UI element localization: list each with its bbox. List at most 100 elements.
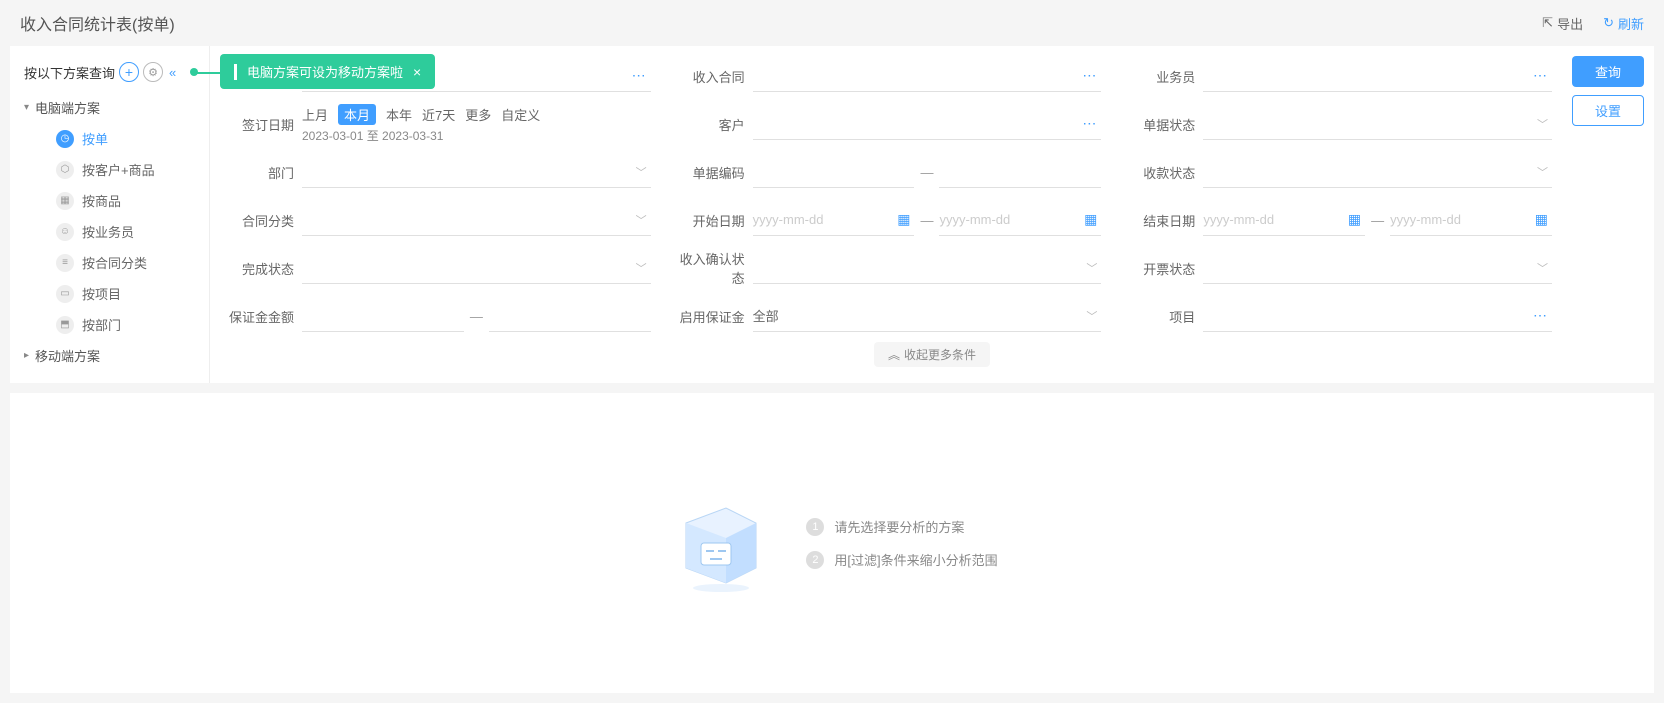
bill-no-from[interactable]: [753, 156, 915, 188]
chevron-down-icon: ﹀: [1086, 260, 1097, 276]
more-icon: ⋯: [632, 67, 647, 84]
user-icon: ☺: [56, 223, 74, 241]
query-button[interactable]: 查询: [1572, 56, 1644, 87]
bill-no-to[interactable]: [939, 156, 1101, 188]
settings-button[interactable]: 设置: [1572, 95, 1644, 126]
chevron-down-icon: ﹀: [1537, 260, 1548, 276]
sidebar: 按以下方案查询 + ⚙ « 电脑方案可设为移动方案啦 × ▾ 电脑端方案 ◷ 按…: [10, 46, 210, 383]
dash-icon: —: [1371, 213, 1384, 228]
deposit-to[interactable]: [489, 300, 651, 332]
more-icon: ⋯: [1533, 67, 1548, 84]
calendar-icon: ▦: [897, 211, 910, 228]
folder-icon: ▭: [56, 285, 74, 303]
label-end-date: 结束日期: [1121, 211, 1203, 230]
filter-department[interactable]: ﹀: [302, 156, 651, 188]
scheme-settings-button[interactable]: ⚙: [143, 62, 163, 82]
enable-deposit-value: 全部: [753, 306, 779, 325]
filter-enable-deposit[interactable]: 全部 ﹀: [753, 300, 1102, 332]
chevron-down-icon: ﹀: [1086, 308, 1097, 324]
filter-project[interactable]: ⋯: [1203, 300, 1552, 332]
tree-item-label: 按客户+商品: [82, 160, 155, 179]
chevron-down-icon: ﹀: [636, 212, 647, 228]
chart-icon: ⬡: [56, 161, 74, 179]
label-sign-date: 签订日期: [220, 115, 302, 134]
empty-illustration: [666, 493, 776, 593]
filter-bill-status[interactable]: ﹀: [1203, 108, 1552, 140]
more-icon: ⋯: [1082, 67, 1097, 84]
chevron-down-icon: ﹀: [636, 164, 647, 180]
double-chevron-up-icon: ︽: [888, 346, 900, 363]
filter-income-contract[interactable]: ⋯: [753, 60, 1102, 92]
filter-collect-status[interactable]: ﹀: [1203, 156, 1552, 188]
dash-icon: —: [920, 213, 933, 228]
filter-customer[interactable]: ⋯: [753, 108, 1102, 140]
quick-this-year[interactable]: 本年: [386, 105, 412, 124]
tree-item-department[interactable]: ⬒ 按部门: [10, 309, 209, 340]
tree-item-by-order[interactable]: ◷ 按单: [10, 123, 209, 154]
label-start-date: 开始日期: [671, 211, 753, 230]
bars-icon: ≡: [56, 254, 74, 272]
end-date-from[interactable]: yyyy-mm-dd▦: [1203, 204, 1365, 236]
deposit-from[interactable]: [302, 300, 464, 332]
hint-dot-icon: [190, 68, 198, 76]
filter-salesman[interactable]: ⋯: [1203, 60, 1552, 92]
tree-group-mobile[interactable]: ▸ 移动端方案: [10, 340, 209, 371]
tree-item-label: 按商品: [82, 191, 121, 210]
label-collect-status: 收款状态: [1121, 163, 1203, 182]
label-contract-type: 合同分类: [220, 211, 302, 230]
end-date-to[interactable]: yyyy-mm-dd▦: [1390, 204, 1552, 236]
start-date-from[interactable]: yyyy-mm-dd▦: [753, 204, 915, 236]
label-bill-status: 单据状态: [1121, 115, 1203, 134]
caret-right-icon: ▸: [24, 350, 29, 361]
filter-unknown-1[interactable]: ⋯: [302, 60, 651, 92]
date-quick-picker: 上月 本月 本年 近7天 更多 自定义: [302, 104, 651, 125]
quick-more[interactable]: 更多: [465, 105, 491, 124]
label-project: 项目: [1121, 307, 1203, 326]
start-date-to[interactable]: yyyy-mm-dd▦: [939, 204, 1101, 236]
empty-step-1: 1 请先选择要分析的方案: [806, 517, 997, 536]
calendar-icon: ▦: [1535, 211, 1548, 228]
page-header: 收入合同统计表(按单) ⇱ 导出 ↻ 刷新: [0, 0, 1664, 46]
label-department: 部门: [220, 163, 302, 182]
quick-custom[interactable]: 自定义: [501, 105, 540, 124]
label-income-confirm: 收入确认状态: [671, 249, 753, 287]
export-button[interactable]: ⇱ 导出: [1542, 14, 1583, 33]
tree-item-label: 按业务员: [82, 222, 134, 241]
tree-item-contract-type[interactable]: ≡ 按合同分类: [10, 247, 209, 278]
sidebar-title: 按以下方案查询: [24, 63, 115, 82]
quick-7days[interactable]: 近7天: [422, 105, 455, 124]
empty-step-2: 2 用[过滤]条件来缩小分析范围: [806, 550, 997, 569]
tree-group-label: 移动端方案: [35, 346, 100, 365]
tree-item-salesman[interactable]: ☺ 按业务员: [10, 216, 209, 247]
sidebar-collapse-button[interactable]: «: [169, 65, 176, 80]
tree-item-goods[interactable]: ▦ 按商品: [10, 185, 209, 216]
dash-icon: —: [920, 165, 933, 180]
filter-contract-type[interactable]: ﹀: [302, 204, 651, 236]
empty-state: 1 请先选择要分析的方案 2 用[过滤]条件来缩小分析范围: [10, 393, 1654, 693]
quick-last-month[interactable]: 上月: [302, 105, 328, 124]
step-2-text: 用[过滤]条件来缩小分析范围: [834, 550, 997, 569]
chevron-down-icon: ﹀: [1537, 164, 1548, 180]
label-income-contract: 收入合同: [671, 67, 753, 86]
filter-invoice-status[interactable]: ﹀: [1203, 252, 1552, 284]
dash-icon: —: [470, 309, 483, 324]
collapse-filters-button[interactable]: ︽ 收起更多条件: [874, 342, 990, 367]
clock-icon: ◷: [56, 130, 74, 148]
refresh-button[interactable]: ↻ 刷新: [1603, 14, 1644, 33]
tree-item-customer-goods[interactable]: ⬡ 按客户+商品: [10, 154, 209, 185]
tree-group-label: 电脑端方案: [35, 98, 100, 117]
label-invoice-status: 开票状态: [1121, 259, 1203, 278]
chevron-down-icon: ﹀: [636, 260, 647, 276]
tree-item-project[interactable]: ▭ 按项目: [10, 278, 209, 309]
quick-this-month[interactable]: 本月: [338, 104, 376, 125]
step-1-text: 请先选择要分析的方案: [834, 517, 964, 536]
tree-item-label: 按单: [82, 129, 108, 148]
step-2-badge: 2: [806, 551, 824, 569]
calendar-icon: ▦: [1348, 211, 1361, 228]
filter-finish-status[interactable]: ﹀: [302, 252, 651, 284]
tree-group-desktop[interactable]: ▾ 电脑端方案: [10, 92, 209, 123]
add-scheme-button[interactable]: +: [119, 62, 139, 82]
export-icon: ⇱: [1542, 15, 1553, 31]
refresh-icon: ↻: [1603, 15, 1614, 31]
filter-income-confirm[interactable]: ﹀: [753, 252, 1102, 284]
